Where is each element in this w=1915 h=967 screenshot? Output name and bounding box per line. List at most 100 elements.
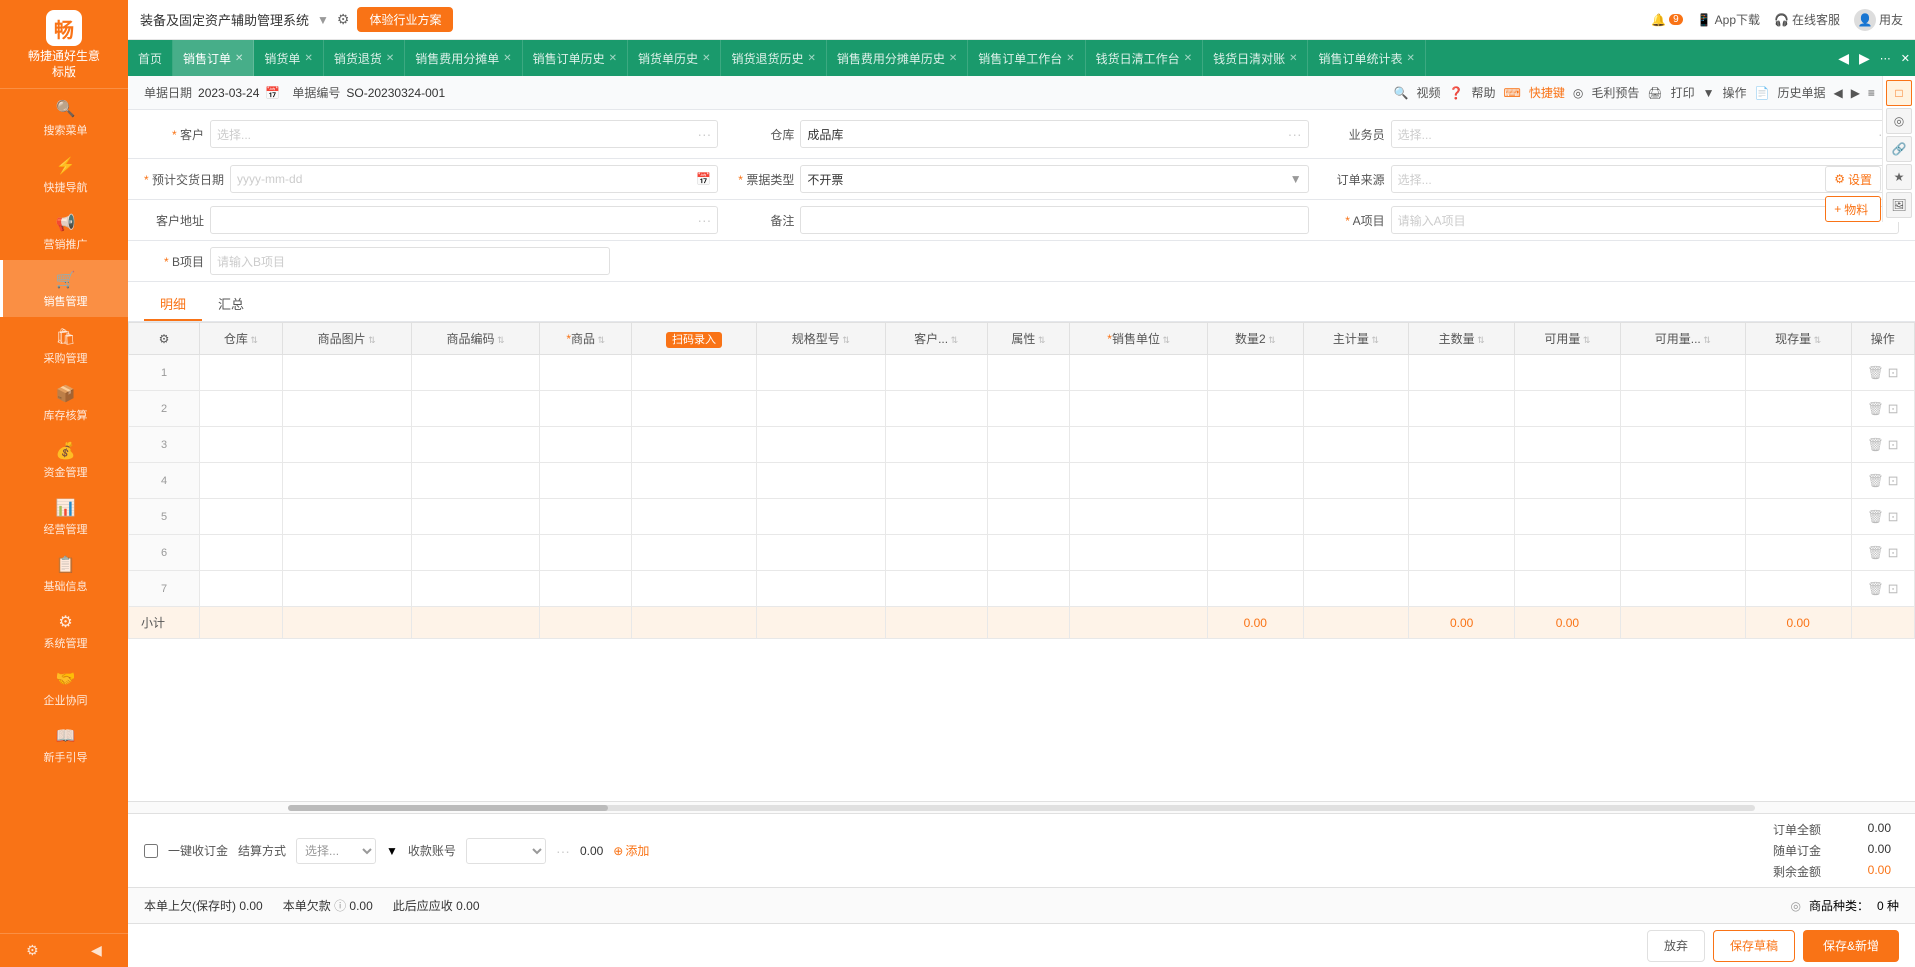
- cell-attr[interactable]: [987, 355, 1070, 391]
- row-copy-icon-6[interactable]: ⊡: [1888, 545, 1899, 561]
- settings-button[interactable]: ⚙ 设置: [1825, 166, 1881, 192]
- sidebar-settings-icon[interactable]: ⚙: [26, 942, 39, 959]
- row-copy-icon-2[interactable]: ⊡: [1888, 401, 1899, 417]
- settings-icon[interactable]: ⚙: [337, 11, 350, 28]
- cell-image[interactable]: [282, 571, 411, 607]
- cell-current[interactable]: [1745, 463, 1851, 499]
- tab-2[interactable]: 销货单✕: [254, 40, 323, 76]
- cell-warehouse[interactable]: [200, 571, 283, 607]
- cell-unit[interactable]: [1070, 571, 1208, 607]
- cell-qty2[interactable]: [1208, 463, 1304, 499]
- cell-image[interactable]: [282, 355, 411, 391]
- next-record-icon[interactable]: ▶: [1851, 86, 1860, 100]
- tab-close-12[interactable]: ✕: [1407, 53, 1415, 64]
- cell-code[interactable]: [411, 391, 540, 427]
- sidebar-item-11[interactable]: 📖新手引导: [0, 716, 128, 773]
- cell-code[interactable]: [411, 355, 540, 391]
- view-link[interactable]: 视频: [1417, 84, 1441, 101]
- cell-attr[interactable]: [987, 571, 1070, 607]
- cell-main_unit[interactable]: [1303, 355, 1409, 391]
- staff-input[interactable]: 选择... ···: [1391, 120, 1899, 148]
- tab-close-2[interactable]: ✕: [304, 53, 312, 64]
- cell-product[interactable]: [540, 391, 632, 427]
- tab-1[interactable]: 销售订单✕: [173, 40, 254, 76]
- cell-main_unit[interactable]: [1303, 463, 1409, 499]
- cell-spec[interactable]: [756, 571, 885, 607]
- cell-customer_code[interactable]: [885, 391, 987, 427]
- cell-current[interactable]: [1745, 571, 1851, 607]
- tab-6[interactable]: 销货单历史✕: [628, 40, 721, 76]
- curr-balance-help[interactable]: ⓘ: [334, 899, 346, 913]
- cell-scan[interactable]: [632, 427, 757, 463]
- cell-available[interactable]: [1515, 499, 1621, 535]
- cell-attr[interactable]: [987, 535, 1070, 571]
- account-dots[interactable]: ···: [556, 843, 570, 859]
- method-select[interactable]: 选择...: [296, 838, 376, 864]
- tab-close-5[interactable]: ✕: [609, 53, 617, 64]
- cell-customer_code[interactable]: [885, 571, 987, 607]
- cell-available[interactable]: [1515, 355, 1621, 391]
- row-delete-icon-6[interactable]: 🗑: [1867, 545, 1884, 561]
- table-scrollbar[interactable]: [128, 801, 1915, 813]
- cell-qty2[interactable]: [1208, 391, 1304, 427]
- cell-unit[interactable]: [1070, 391, 1208, 427]
- cell-code[interactable]: [411, 427, 540, 463]
- cell-available[interactable]: [1515, 391, 1621, 427]
- cell-main_qty[interactable]: [1409, 427, 1515, 463]
- cell-available2[interactable]: [1620, 571, 1745, 607]
- cell-attr[interactable]: [987, 499, 1070, 535]
- sidebar-item-8[interactable]: 📋基础信息: [0, 545, 128, 602]
- cell-available2[interactable]: [1620, 427, 1745, 463]
- online-service-link[interactable]: 🎧 在线客服: [1774, 11, 1840, 28]
- save-new-button[interactable]: 保存&新增: [1803, 930, 1899, 962]
- row-copy-icon-7[interactable]: ⊡: [1888, 581, 1899, 597]
- cell-qty2[interactable]: [1208, 499, 1304, 535]
- cell-available2[interactable]: [1620, 463, 1745, 499]
- cell-product[interactable]: [540, 427, 632, 463]
- right-panel-btn-3[interactable]: ★: [1886, 164, 1912, 190]
- remark-input[interactable]: [800, 206, 1308, 234]
- cell-scan[interactable]: [632, 391, 757, 427]
- add-payment-button[interactable]: ⊕ 添加: [613, 842, 649, 859]
- warehouse-input[interactable]: 成品库 ···: [800, 120, 1308, 148]
- calendar-icon[interactable]: 📅: [265, 86, 280, 100]
- cell-scan[interactable]: [632, 535, 757, 571]
- cell-gear[interactable]: 4: [129, 463, 200, 499]
- grid-view-icon[interactable]: ≡: [1868, 86, 1875, 100]
- tab-5[interactable]: 销售订单历史✕: [523, 40, 628, 76]
- cell-main_unit[interactable]: [1303, 427, 1409, 463]
- account-select[interactable]: [466, 838, 546, 864]
- cell-available[interactable]: [1515, 535, 1621, 571]
- cell-available2[interactable]: [1620, 499, 1745, 535]
- cell-product[interactable]: [540, 571, 632, 607]
- invoice-dropdown-icon[interactable]: ▼: [1290, 172, 1302, 186]
- cell-gear[interactable]: 5: [129, 499, 200, 535]
- right-panel-btn-0[interactable]: □: [1886, 80, 1912, 106]
- profit-link[interactable]: 毛利预告: [1591, 84, 1639, 101]
- cell-available[interactable]: [1515, 427, 1621, 463]
- cell-warehouse[interactable]: [200, 391, 283, 427]
- cell-spec[interactable]: [756, 355, 885, 391]
- user-area[interactable]: 👤 用友: [1854, 9, 1903, 31]
- cell-scan[interactable]: [632, 355, 757, 391]
- tab-7[interactable]: 销货退货历史✕: [721, 40, 826, 76]
- right-panel-btn-1[interactable]: ◎: [1886, 108, 1912, 134]
- tab-4[interactable]: 销售费用分摊单✕: [405, 40, 522, 76]
- cell-image[interactable]: [282, 535, 411, 571]
- sidebar-item-1[interactable]: ⚡快捷导航: [0, 146, 128, 203]
- shortcut-link[interactable]: 快捷键: [1529, 84, 1565, 101]
- add-material-button[interactable]: + 物料: [1825, 196, 1881, 222]
- cell-spec[interactable]: [756, 499, 885, 535]
- system-name-dropdown-icon[interactable]: ▼: [317, 13, 329, 27]
- tab-close-4[interactable]: ✕: [503, 53, 511, 64]
- one-click-checkbox[interactable]: [144, 844, 158, 858]
- discard-button[interactable]: 放弃: [1647, 930, 1705, 962]
- tab-more-icon[interactable]: ⋯: [1875, 52, 1896, 65]
- cell-warehouse[interactable]: [200, 463, 283, 499]
- sidebar-item-4[interactable]: 🛍采购管理: [0, 317, 128, 374]
- right-panel-btn-2[interactable]: 🔗: [1886, 136, 1912, 162]
- sidebar-item-5[interactable]: 📦库存核算: [0, 374, 128, 431]
- cell-main_qty[interactable]: [1409, 355, 1515, 391]
- cell-qty2[interactable]: [1208, 427, 1304, 463]
- cell-attr[interactable]: [987, 463, 1070, 499]
